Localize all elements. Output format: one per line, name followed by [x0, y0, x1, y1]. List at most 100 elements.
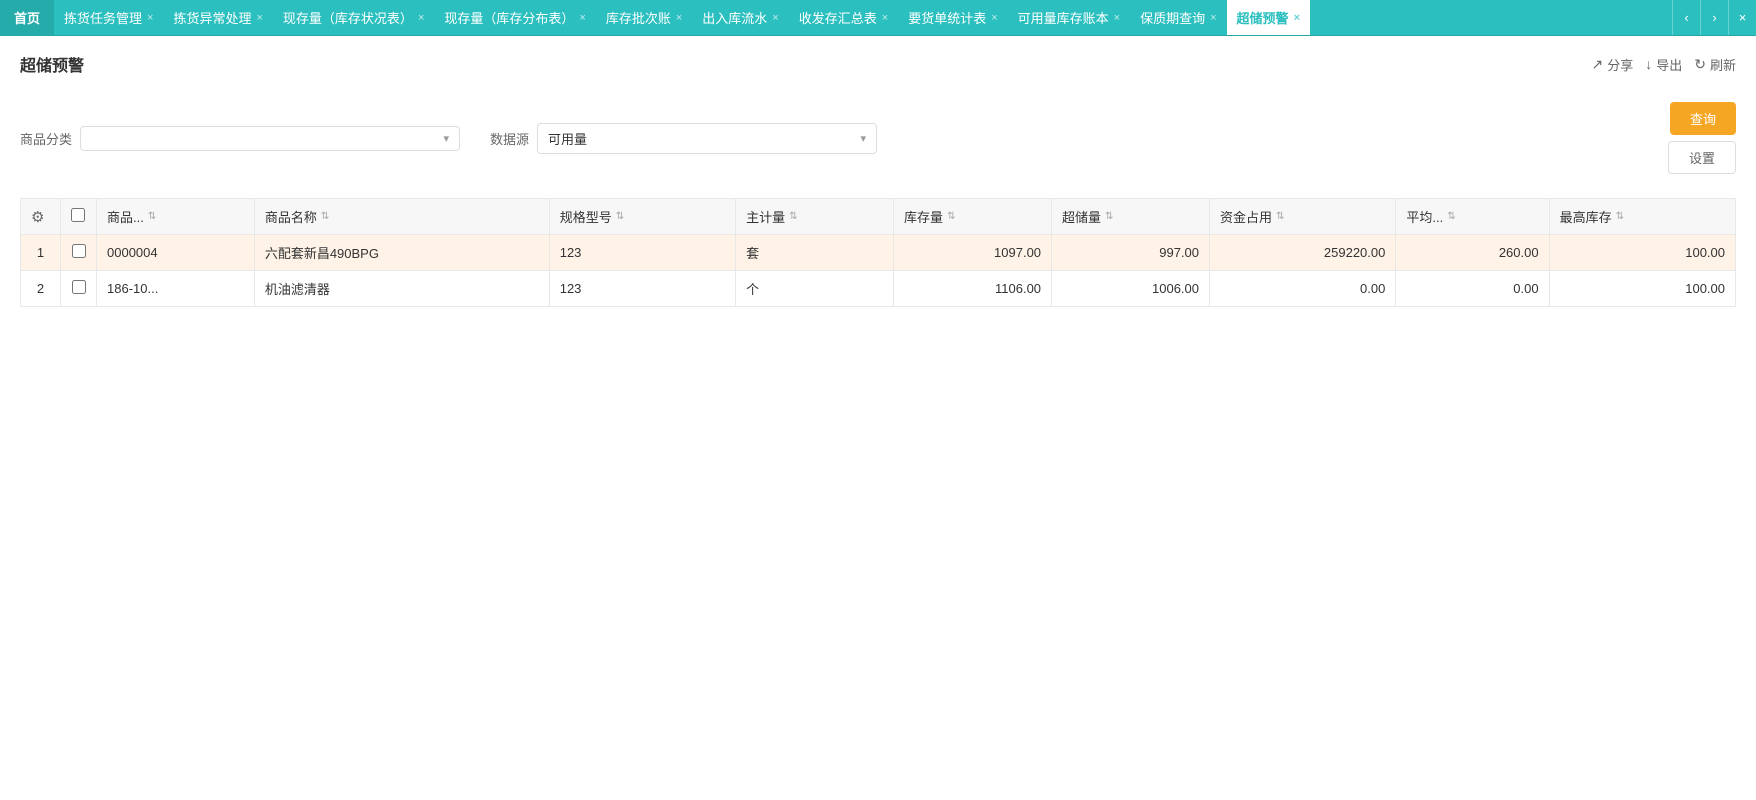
td-product-name-1: 机油滤清器 [254, 271, 549, 307]
chevron-down-icon: ▾ [861, 132, 867, 145]
table-row: 2 186-10... 机油滤清器 123 个 1106.00 1006.00 … [21, 271, 1736, 307]
export-icon: ↓ [1645, 56, 1652, 72]
nav-close-button[interactable]: × [1728, 0, 1756, 36]
nav-bar: 首页 拣货任务管理 × 拣货异常处理 × 现存量（库存状况表） × 现存量（库存… [0, 0, 1756, 36]
product-category-label: 商品分类 [20, 129, 72, 148]
close-icon[interactable]: × [1114, 12, 1120, 24]
nav-prev-button[interactable]: ‹ [1672, 0, 1700, 36]
share-button[interactable]: ↗ 分享 [1591, 55, 1633, 74]
sort-icon: ⇅ [1616, 211, 1624, 222]
th-unit[interactable]: 主计量 ⇅ [736, 199, 894, 235]
close-icon[interactable]: × [676, 12, 682, 24]
th-stock[interactable]: 库存量 ⇅ [894, 199, 1052, 235]
gear-icon[interactable]: ⚙ [31, 209, 44, 226]
td-unit-1: 个 [736, 271, 894, 307]
th-capital-used[interactable]: 资金占用 ⇅ [1210, 199, 1396, 235]
nav-tab-5[interactable]: 出入库流水 × [692, 0, 788, 36]
th-overstock[interactable]: 超储量 ⇅ [1052, 199, 1210, 235]
sort-icon: ⇅ [1276, 211, 1284, 222]
nav-tab-9[interactable]: 保质期查询 × [1130, 0, 1226, 36]
nav-tab-3[interactable]: 现存量（库存分布表） × [434, 0, 595, 36]
page-title: 超储预警 [20, 52, 84, 76]
close-icon[interactable]: × [1294, 12, 1300, 24]
share-icon: ↗ [1591, 56, 1603, 73]
td-unit-0: 套 [736, 235, 894, 271]
td-overstock-1: 1006.00 [1052, 271, 1210, 307]
nav-next-button[interactable]: › [1700, 0, 1728, 36]
close-icon[interactable]: × [579, 12, 585, 24]
nav-tab-0[interactable]: 拣货任务管理 × [54, 0, 163, 36]
td-row-num-0: 1 [21, 235, 61, 271]
td-stock-1: 1106.00 [894, 271, 1052, 307]
td-product-name-0: 六配套新昌490BPG [254, 235, 549, 271]
row-checkbox-0[interactable] [72, 244, 86, 258]
data-table: ⚙ 商品... ⇅ 商品名称 ⇅ [20, 198, 1736, 307]
td-capital-used-1: 0.00 [1210, 271, 1396, 307]
data-source-value: 可用量 [548, 129, 587, 148]
sort-icon: ⇅ [1105, 211, 1113, 222]
td-avg-0: 260.00 [1396, 235, 1549, 271]
sort-icon: ⇅ [148, 211, 156, 222]
td-spec-1: 123 [549, 271, 735, 307]
td-max-stock-0: 100.00 [1549, 235, 1735, 271]
page-content: 超储预警 ↗ 分享 ↓ 导出 ↻ 刷新 商品分类 ▾ 数据源 [0, 36, 1756, 800]
close-icon[interactable]: × [147, 12, 153, 24]
td-spec-0: 123 [549, 235, 735, 271]
td-stock-0: 1097.00 [894, 235, 1052, 271]
td-capital-used-0: 259220.00 [1210, 235, 1396, 271]
td-overstock-0: 997.00 [1052, 235, 1210, 271]
select-all-checkbox[interactable] [71, 208, 85, 222]
td-checkbox-0 [61, 235, 97, 271]
sort-icon: ⇅ [616, 211, 624, 222]
nav-tab-7[interactable]: 要货单统计表 × [898, 0, 1007, 36]
sort-icon: ⇅ [947, 211, 955, 222]
nav-tab-1[interactable]: 拣货异常处理 × [163, 0, 272, 36]
close-icon[interactable]: × [1210, 12, 1216, 24]
nav-tab-8[interactable]: 可用量库存账本 × [1008, 0, 1130, 36]
close-icon[interactable]: × [418, 12, 424, 24]
filter-buttons: 查询 设置 [1668, 102, 1736, 174]
nav-tab-2[interactable]: 现存量（库存状况表） × [273, 0, 434, 36]
th-spec[interactable]: 规格型号 ⇅ [549, 199, 735, 235]
setting-button[interactable]: 设置 [1668, 141, 1736, 174]
nav-home[interactable]: 首页 [0, 0, 54, 36]
close-icon[interactable]: × [991, 12, 997, 24]
close-icon[interactable]: × [772, 12, 778, 24]
td-product-code-0: 0000004 [97, 235, 255, 271]
refresh-button[interactable]: ↻ 刷新 [1694, 55, 1736, 74]
export-button[interactable]: ↓ 导出 [1645, 55, 1682, 74]
th-checkbox [61, 199, 97, 235]
td-product-code-1: 186-10... [97, 271, 255, 307]
nav-tab-10[interactable]: 超储预警 × [1227, 0, 1310, 36]
sort-icon: ⇅ [1447, 211, 1455, 222]
nav-arrows: ‹ › × [1672, 0, 1756, 36]
table-header-row: ⚙ 商品... ⇅ 商品名称 ⇅ [21, 199, 1736, 235]
page-header: 超储预警 ↗ 分享 ↓ 导出 ↻ 刷新 [20, 52, 1736, 76]
query-button[interactable]: 查询 [1670, 102, 1736, 135]
sort-icon: ⇅ [321, 211, 329, 222]
td-max-stock-1: 100.00 [1549, 271, 1735, 307]
header-actions: ↗ 分享 ↓ 导出 ↻ 刷新 [1591, 55, 1736, 74]
th-product-name[interactable]: 商品名称 ⇅ [254, 199, 549, 235]
row-checkbox-1[interactable] [72, 280, 86, 294]
data-source-select[interactable]: 可用量 ▾ [537, 123, 877, 154]
td-row-num-1: 2 [21, 271, 61, 307]
th-avg[interactable]: 平均... ⇅ [1396, 199, 1549, 235]
nav-tab-6[interactable]: 收发存汇总表 × [789, 0, 898, 36]
close-icon[interactable]: × [882, 12, 888, 24]
data-source-label: 数据源 [490, 129, 529, 148]
refresh-icon: ↻ [1694, 56, 1706, 73]
product-category-select[interactable]: ▾ [80, 126, 460, 151]
th-settings: ⚙ [21, 199, 61, 235]
td-checkbox-1 [61, 271, 97, 307]
filter-product-category: 商品分类 ▾ [20, 126, 460, 151]
sort-icon: ⇅ [789, 211, 797, 222]
td-avg-1: 0.00 [1396, 271, 1549, 307]
chevron-down-icon: ▾ [443, 132, 449, 145]
th-product-code[interactable]: 商品... ⇅ [97, 199, 255, 235]
filter-data-source: 数据源 可用量 ▾ [490, 123, 877, 154]
close-icon[interactable]: × [256, 12, 262, 24]
nav-tab-4[interactable]: 库存批次账 × [596, 0, 692, 36]
th-max-stock[interactable]: 最高库存 ⇅ [1549, 199, 1735, 235]
filter-row: 商品分类 ▾ 数据源 可用量 ▾ 查询 设置 [20, 92, 1736, 184]
